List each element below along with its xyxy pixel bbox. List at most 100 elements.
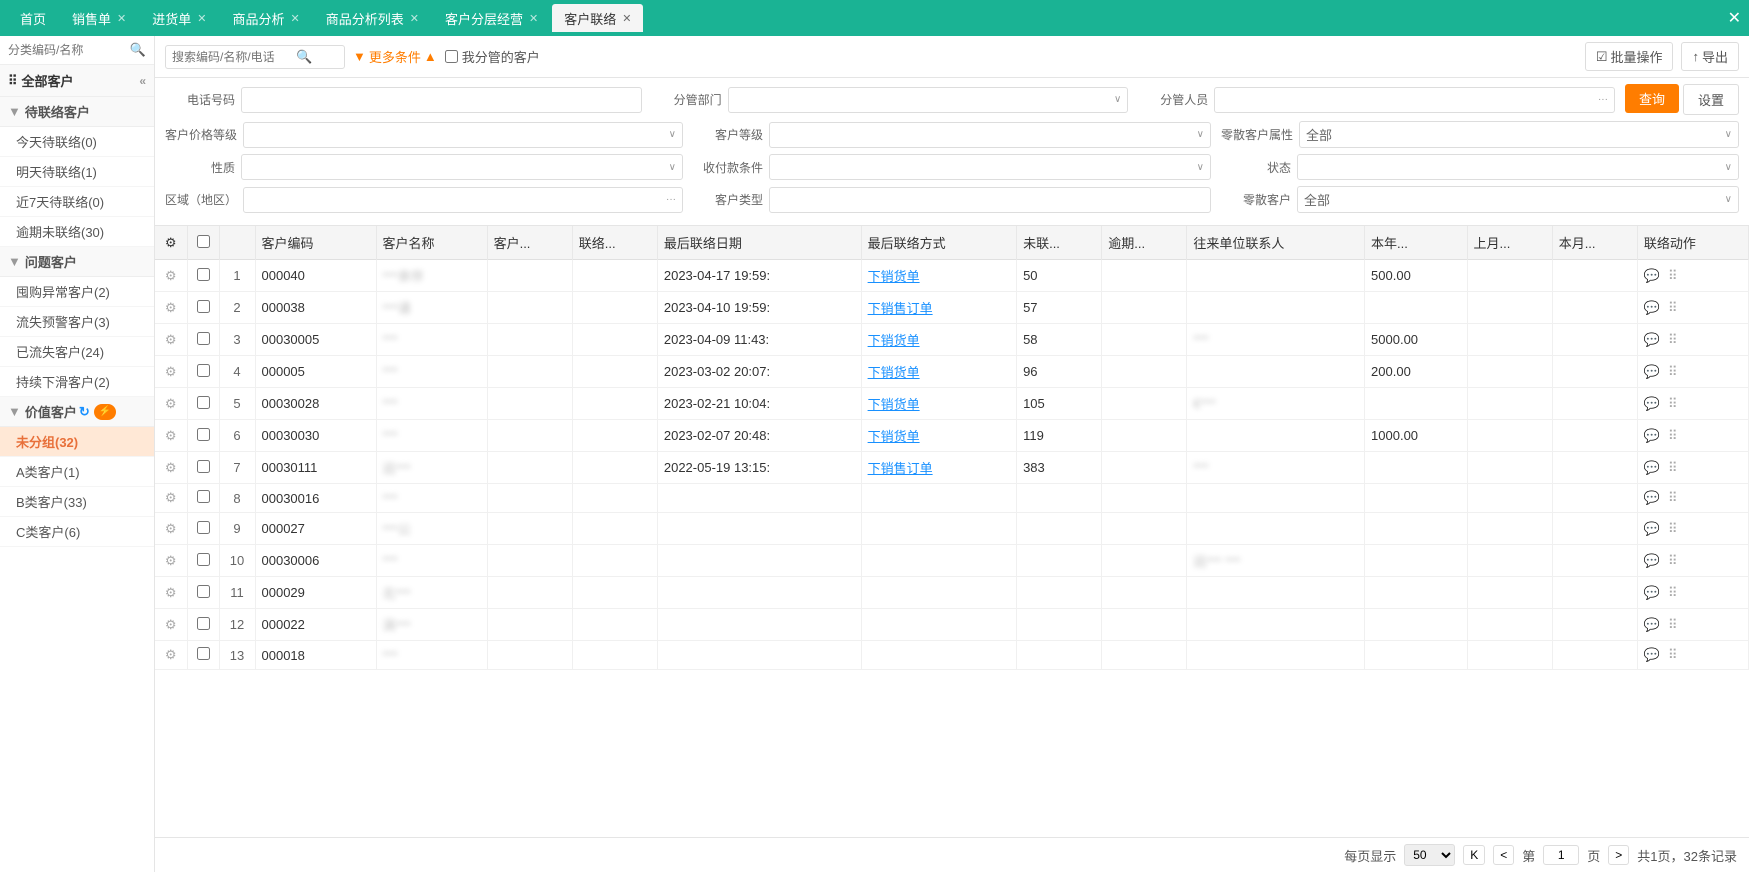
payment-select[interactable]: ∨ xyxy=(769,154,1211,180)
row-action[interactable]: 💬 ⠿ xyxy=(1637,324,1748,356)
row-check[interactable] xyxy=(187,292,219,324)
row-checkbox[interactable] xyxy=(197,268,210,281)
row-action[interactable]: 💬 ⠿ xyxy=(1637,356,1748,388)
row-last-method[interactable] xyxy=(861,641,1016,670)
row-gear[interactable]: ⚙ xyxy=(155,420,187,452)
more-conditions-btn[interactable]: ▼ 更多条件 ▲ xyxy=(353,47,437,66)
row-checkbox[interactable] xyxy=(197,364,210,377)
prev-page-btn[interactable]: < xyxy=(1493,845,1514,865)
close-customer-contact-icon[interactable]: ✕ xyxy=(622,12,631,25)
row-checkbox[interactable] xyxy=(197,585,210,598)
retail-customer-select[interactable]: 全部 ∨ xyxy=(1297,186,1739,213)
row-last-method[interactable] xyxy=(861,545,1016,577)
menu-icon[interactable]: ⠿ xyxy=(1668,300,1678,316)
row-checkbox[interactable] xyxy=(197,553,210,566)
row-action[interactable]: 💬 ⠿ xyxy=(1637,388,1748,420)
sidebar-collapse-icon[interactable]: « xyxy=(139,74,146,88)
row-check[interactable] xyxy=(187,388,219,420)
manager-select[interactable]: ··· xyxy=(1214,87,1615,113)
menu-icon[interactable]: ⠿ xyxy=(1668,617,1678,633)
chat-icon[interactable]: 💬 xyxy=(1644,521,1660,537)
sidebar-search-input[interactable] xyxy=(8,43,126,57)
row-last-method[interactable]: 下销售订单 xyxy=(861,452,1016,484)
row-check[interactable] xyxy=(187,356,219,388)
row-gear[interactable]: ⚙ xyxy=(155,388,187,420)
close-product-list-icon[interactable]: ✕ xyxy=(410,12,419,25)
row-last-method[interactable]: 下销货单 xyxy=(861,356,1016,388)
row-gear[interactable]: ⚙ xyxy=(155,641,187,670)
menu-icon[interactable]: ⠿ xyxy=(1668,268,1678,284)
filter-search-box[interactable]: 🔍 xyxy=(165,45,345,69)
row-check[interactable] xyxy=(187,641,219,670)
sidebar-search-icon[interactable]: 🔍 xyxy=(130,42,146,58)
sidebar-item-7days[interactable]: 近7天待联络(0) xyxy=(0,187,154,217)
group-problem-customers[interactable]: ▼ 问题客户 xyxy=(0,247,154,277)
nav-tab-customer-contact[interactable]: 客户联络 ✕ xyxy=(552,4,643,32)
refresh-icon[interactable]: ↻ xyxy=(79,404,90,420)
row-check[interactable] xyxy=(187,513,219,545)
menu-icon[interactable]: ⠿ xyxy=(1668,428,1678,444)
page-input[interactable] xyxy=(1543,845,1579,865)
sidebar-item-ungroup[interactable]: 未分组(32) xyxy=(0,427,154,457)
nav-tab-home[interactable]: 首页 xyxy=(8,4,58,32)
region-select[interactable]: ··· xyxy=(243,187,683,213)
row-gear[interactable]: ⚙ xyxy=(155,452,187,484)
row-gear[interactable]: ⚙ xyxy=(155,260,187,292)
menu-icon[interactable]: ⠿ xyxy=(1668,553,1678,569)
chat-icon[interactable]: 💬 xyxy=(1644,460,1660,476)
row-gear[interactable]: ⚙ xyxy=(155,356,187,388)
sidebar-item-today[interactable]: 今天待联络(0) xyxy=(0,127,154,157)
my-customers-checkbox[interactable] xyxy=(445,50,458,63)
row-gear[interactable]: ⚙ xyxy=(155,513,187,545)
my-customers-filter[interactable]: 我分管的客户 xyxy=(445,47,540,66)
row-check[interactable] xyxy=(187,609,219,641)
row-last-method[interactable] xyxy=(861,577,1016,609)
sidebar-item-churned[interactable]: 已流失客户(24) xyxy=(0,337,154,367)
row-last-method[interactable]: 下销售订单 xyxy=(861,292,1016,324)
row-gear[interactable]: ⚙ xyxy=(155,324,187,356)
close-purchase-tab-icon[interactable]: ✕ xyxy=(197,12,206,25)
row-checkbox[interactable] xyxy=(197,490,210,503)
row-checkbox[interactable] xyxy=(197,300,210,313)
dept-select[interactable]: ∨ xyxy=(728,87,1129,113)
sidebar-item-churn-warning[interactable]: 流失预警客户(3) xyxy=(0,307,154,337)
sidebar-item-tomorrow[interactable]: 明天待联络(1) xyxy=(0,157,154,187)
chat-icon[interactable]: 💬 xyxy=(1644,364,1660,380)
row-check[interactable] xyxy=(187,260,219,292)
sidebar-item-class-c[interactable]: C类客户(6) xyxy=(0,517,154,547)
chat-icon[interactable]: 💬 xyxy=(1644,268,1660,284)
sidebar-item-class-a[interactable]: A类客户(1) xyxy=(0,457,154,487)
chat-icon[interactable]: 💬 xyxy=(1644,647,1660,663)
export-btn[interactable]: ↑ 导出 xyxy=(1681,42,1739,71)
all-customers-header[interactable]: ⠿ 全部客户 « xyxy=(0,65,154,97)
close-customer-mgmt-icon[interactable]: ✕ xyxy=(529,12,538,25)
row-action[interactable]: 💬 ⠿ xyxy=(1637,641,1748,670)
customer-level-select[interactable]: ∨ xyxy=(769,122,1211,148)
status-select[interactable]: ∨ xyxy=(1297,154,1739,180)
close-product-analysis-icon[interactable]: ✕ xyxy=(291,12,300,25)
row-last-method[interactable] xyxy=(861,484,1016,513)
menu-icon[interactable]: ⠿ xyxy=(1668,647,1678,663)
retail-attr-select[interactable]: 全部 ∨ xyxy=(1299,121,1739,148)
row-last-method[interactable] xyxy=(861,513,1016,545)
chat-icon[interactable]: 💬 xyxy=(1644,332,1660,348)
nav-tab-sales[interactable]: 销售单 ✕ xyxy=(60,4,138,32)
row-action[interactable]: 💬 ⠿ xyxy=(1637,484,1748,513)
close-sales-tab-icon[interactable]: ✕ xyxy=(117,12,126,25)
sidebar-item-hoarding[interactable]: 囤购异常客户(2) xyxy=(0,277,154,307)
group-value-customers[interactable]: ▼ 价值客户 ↻ ⚡ xyxy=(0,397,154,427)
sidebar-item-declining[interactable]: 持续下滑客户(2) xyxy=(0,367,154,397)
chat-icon[interactable]: 💬 xyxy=(1644,553,1660,569)
row-checkbox[interactable] xyxy=(197,332,210,345)
customer-type-select[interactable] xyxy=(769,187,1211,213)
first-page-btn[interactable]: K xyxy=(1463,845,1485,865)
chat-icon[interactable]: 💬 xyxy=(1644,617,1660,633)
row-check[interactable] xyxy=(187,324,219,356)
row-gear[interactable]: ⚙ xyxy=(155,484,187,513)
nav-tab-purchase[interactable]: 进货单 ✕ xyxy=(140,4,218,32)
menu-icon[interactable]: ⠿ xyxy=(1668,585,1678,601)
row-check[interactable] xyxy=(187,420,219,452)
chat-icon[interactable]: 💬 xyxy=(1644,396,1660,412)
row-action[interactable]: 💬 ⠿ xyxy=(1637,452,1748,484)
nav-tab-product-list[interactable]: 商品分析列表 ✕ xyxy=(314,4,431,32)
